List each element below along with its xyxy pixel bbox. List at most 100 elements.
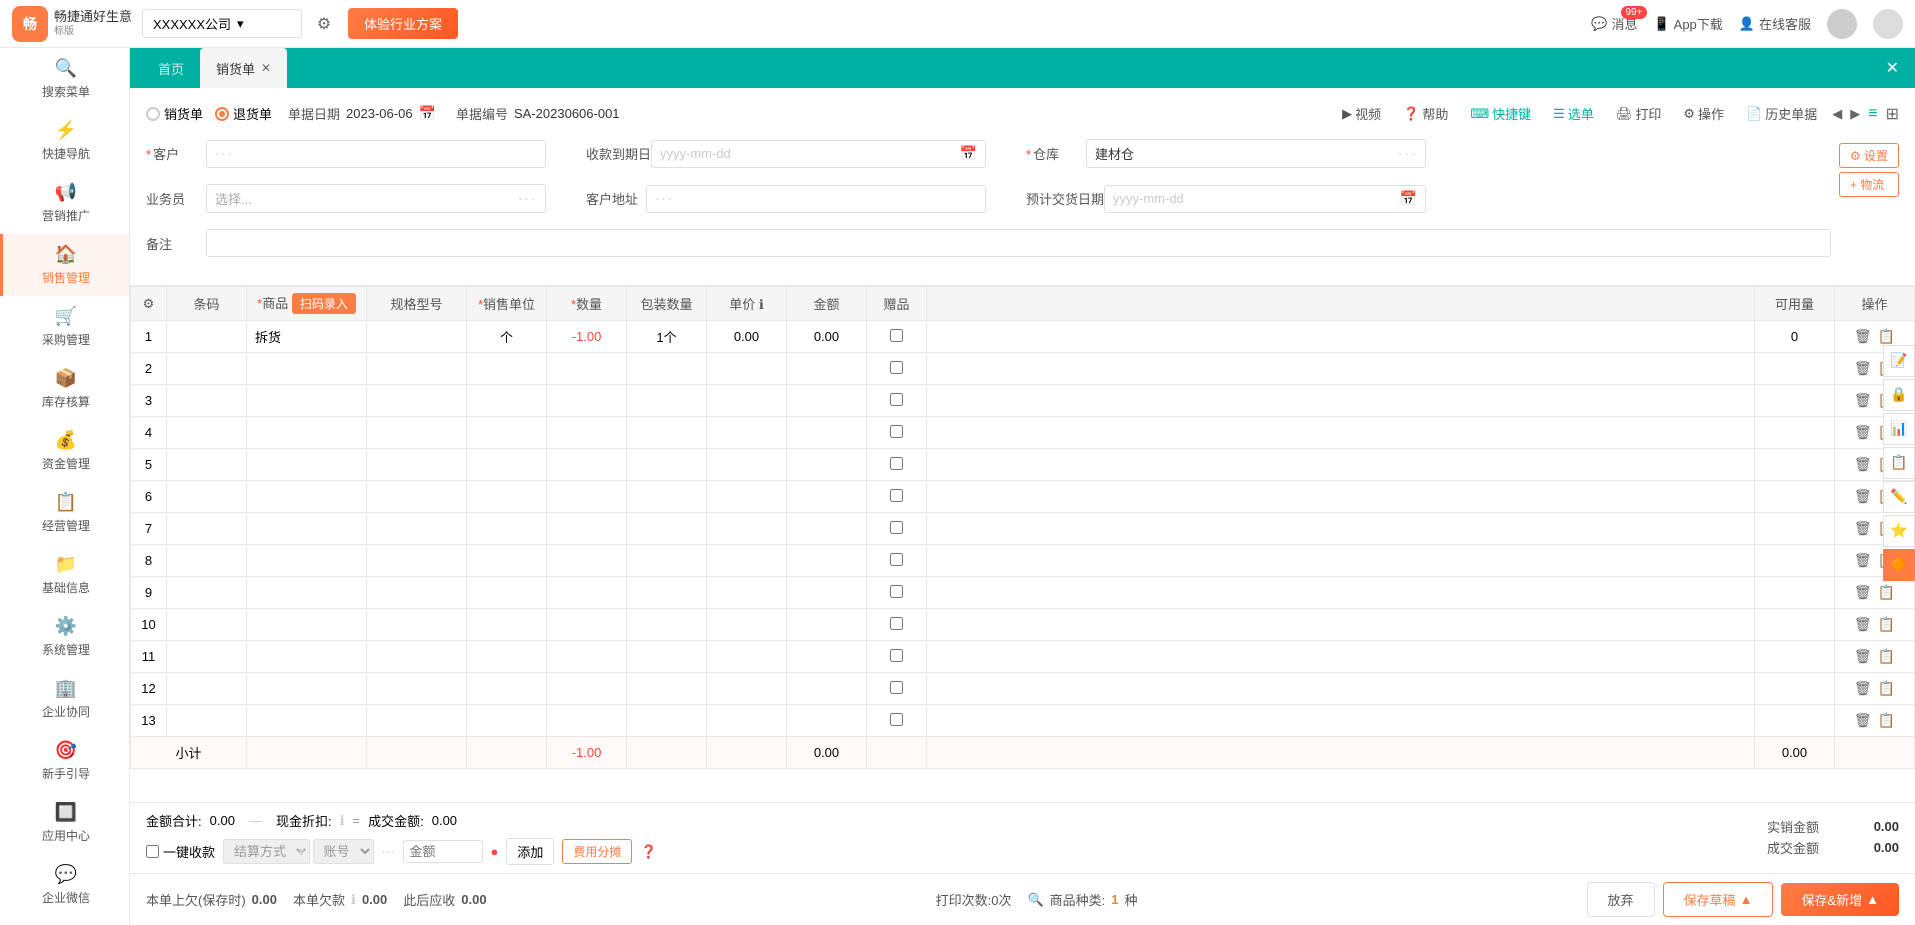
save-draft-button[interactable]: 保存草稿 ▲ xyxy=(1663,882,1774,917)
layout-list-icon[interactable]: ≡ xyxy=(1868,105,1877,123)
cell-product[interactable] xyxy=(247,417,367,449)
cell-price[interactable] xyxy=(707,449,787,481)
select-btn[interactable]: ☰ 选单 xyxy=(1546,100,1601,127)
cell-product[interactable] xyxy=(247,353,367,385)
cell-amount[interactable] xyxy=(787,449,867,481)
due-date-calendar-icon[interactable]: 📅 xyxy=(960,145,977,162)
delete-icon[interactable]: 🗑 xyxy=(1854,392,1872,409)
delete-icon[interactable]: 🗑 xyxy=(1854,648,1872,665)
cell-unit[interactable] xyxy=(467,449,547,481)
sidebar-item-wechat[interactable]: 💬 企业微信 xyxy=(0,854,129,916)
cell-barcode[interactable] xyxy=(167,641,247,673)
cell-unit[interactable] xyxy=(467,577,547,609)
delete-icon[interactable]: 🗑 xyxy=(1854,584,1872,601)
copy-icon[interactable]: 📋 xyxy=(1878,584,1895,601)
cell-pack-qty[interactable] xyxy=(627,577,707,609)
cell-barcode[interactable] xyxy=(167,545,247,577)
add-button[interactable]: 添加 xyxy=(506,838,554,865)
cell-product[interactable] xyxy=(247,705,367,737)
sidebar-item-operation[interactable]: 📋 经营管理 xyxy=(0,482,129,544)
account-select[interactable]: 账号 xyxy=(313,839,374,864)
cell-product[interactable] xyxy=(247,641,367,673)
gift-checkbox[interactable] xyxy=(890,553,903,566)
cell-amount[interactable] xyxy=(787,417,867,449)
sidebar-item-basic[interactable]: 📁 基础信息 xyxy=(0,544,129,606)
cell-unit[interactable] xyxy=(467,641,547,673)
cell-amount[interactable] xyxy=(787,705,867,737)
cell-amount[interactable] xyxy=(787,385,867,417)
cell-gift[interactable] xyxy=(867,481,927,513)
cell-spec[interactable] xyxy=(367,417,467,449)
sidebar-item-marketing[interactable]: 📢 营销推广 xyxy=(0,172,129,234)
cell-amount[interactable] xyxy=(787,481,867,513)
cell-price[interactable] xyxy=(707,577,787,609)
tab-close-icon[interactable]: ✕ xyxy=(261,61,271,75)
customer-address-input[interactable]: ··· xyxy=(646,185,986,213)
warehouse-input[interactable]: 建材仓 ··· xyxy=(1086,139,1426,168)
cell-product[interactable] xyxy=(247,385,367,417)
cell-amount[interactable] xyxy=(787,353,867,385)
fee-split-button[interactable]: 费用分摊 xyxy=(562,839,632,864)
cell-price[interactable] xyxy=(707,609,787,641)
cell-barcode[interactable] xyxy=(167,481,247,513)
delete-icon[interactable]: 🗑 xyxy=(1854,328,1872,345)
copy-icon[interactable]: 📋 xyxy=(1878,328,1895,345)
user-avatar2[interactable] xyxy=(1873,9,1903,39)
settings-button[interactable]: ⚙ 设置 xyxy=(1839,143,1899,168)
cell-pack-qty[interactable] xyxy=(627,353,707,385)
trial-button[interactable]: 体验行业方案 xyxy=(348,8,458,39)
cell-pack-qty[interactable] xyxy=(627,641,707,673)
app-download-button[interactable]: 📱 App下载 xyxy=(1653,14,1722,33)
cell-pack-qty[interactable] xyxy=(627,385,707,417)
float-btn-2[interactable]: 🔒 xyxy=(1883,379,1915,411)
cell-barcode[interactable] xyxy=(167,705,247,737)
radio-sales[interactable]: 销货单 xyxy=(146,104,203,123)
customer-input[interactable]: ··· xyxy=(206,140,546,168)
operate-btn[interactable]: ⚙ 操作 xyxy=(1676,100,1731,127)
cell-spec[interactable] xyxy=(367,353,467,385)
video-btn[interactable]: ▶ 视频 xyxy=(1335,100,1388,127)
cell-product[interactable] xyxy=(247,449,367,481)
company-selector[interactable]: XXXXXX公司 ▾ xyxy=(142,9,302,38)
cell-spec[interactable] xyxy=(367,577,467,609)
cell-gift[interactable] xyxy=(867,641,927,673)
cell-spec[interactable] xyxy=(367,673,467,705)
cell-qty[interactable] xyxy=(547,577,627,609)
cell-barcode[interactable] xyxy=(167,353,247,385)
gift-checkbox[interactable] xyxy=(890,393,903,406)
cell-amount[interactable] xyxy=(787,545,867,577)
cell-pack-qty[interactable] xyxy=(627,449,707,481)
th-settings[interactable]: ⚙ xyxy=(131,287,167,321)
gift-checkbox[interactable] xyxy=(890,649,903,662)
cell-gift[interactable] xyxy=(867,417,927,449)
cell-qty[interactable] xyxy=(547,545,627,577)
sidebar-item-system[interactable]: ⚙️ 系统管理 xyxy=(0,606,129,668)
tab-home[interactable]: 首页 xyxy=(142,48,200,88)
cell-qty[interactable] xyxy=(547,513,627,545)
cell-unit[interactable] xyxy=(467,545,547,577)
nav-next-icon[interactable]: ▶ xyxy=(1850,106,1860,122)
cell-barcode[interactable] xyxy=(167,449,247,481)
cell-spec[interactable] xyxy=(367,481,467,513)
delete-icon[interactable]: 🗑 xyxy=(1854,712,1872,729)
gift-checkbox[interactable] xyxy=(890,457,903,470)
settings-icon[interactable]: ⚙ xyxy=(308,8,340,40)
cell-qty[interactable] xyxy=(547,705,627,737)
sidebar-item-sales[interactable]: 🏠 销售管理 xyxy=(0,234,129,296)
cell-barcode[interactable] xyxy=(167,513,247,545)
cell-spec[interactable] xyxy=(367,513,467,545)
cell-price[interactable] xyxy=(707,513,787,545)
cell-price[interactable]: 0.00 xyxy=(707,321,787,353)
float-btn-4[interactable]: 📋 xyxy=(1883,447,1915,479)
delete-icon[interactable]: 🗑 xyxy=(1854,552,1872,569)
cell-pack-qty[interactable] xyxy=(627,513,707,545)
cell-barcode[interactable] xyxy=(167,417,247,449)
cell-gift[interactable] xyxy=(867,513,927,545)
cell-gift[interactable] xyxy=(867,449,927,481)
cell-qty[interactable]: -1.00 xyxy=(547,321,627,353)
print-btn[interactable]: 🖨 打印 xyxy=(1609,100,1669,127)
copy-icon[interactable]: 📋 xyxy=(1878,648,1895,665)
cell-price[interactable] xyxy=(707,705,787,737)
gift-checkbox[interactable] xyxy=(890,681,903,694)
cell-qty[interactable] xyxy=(547,417,627,449)
